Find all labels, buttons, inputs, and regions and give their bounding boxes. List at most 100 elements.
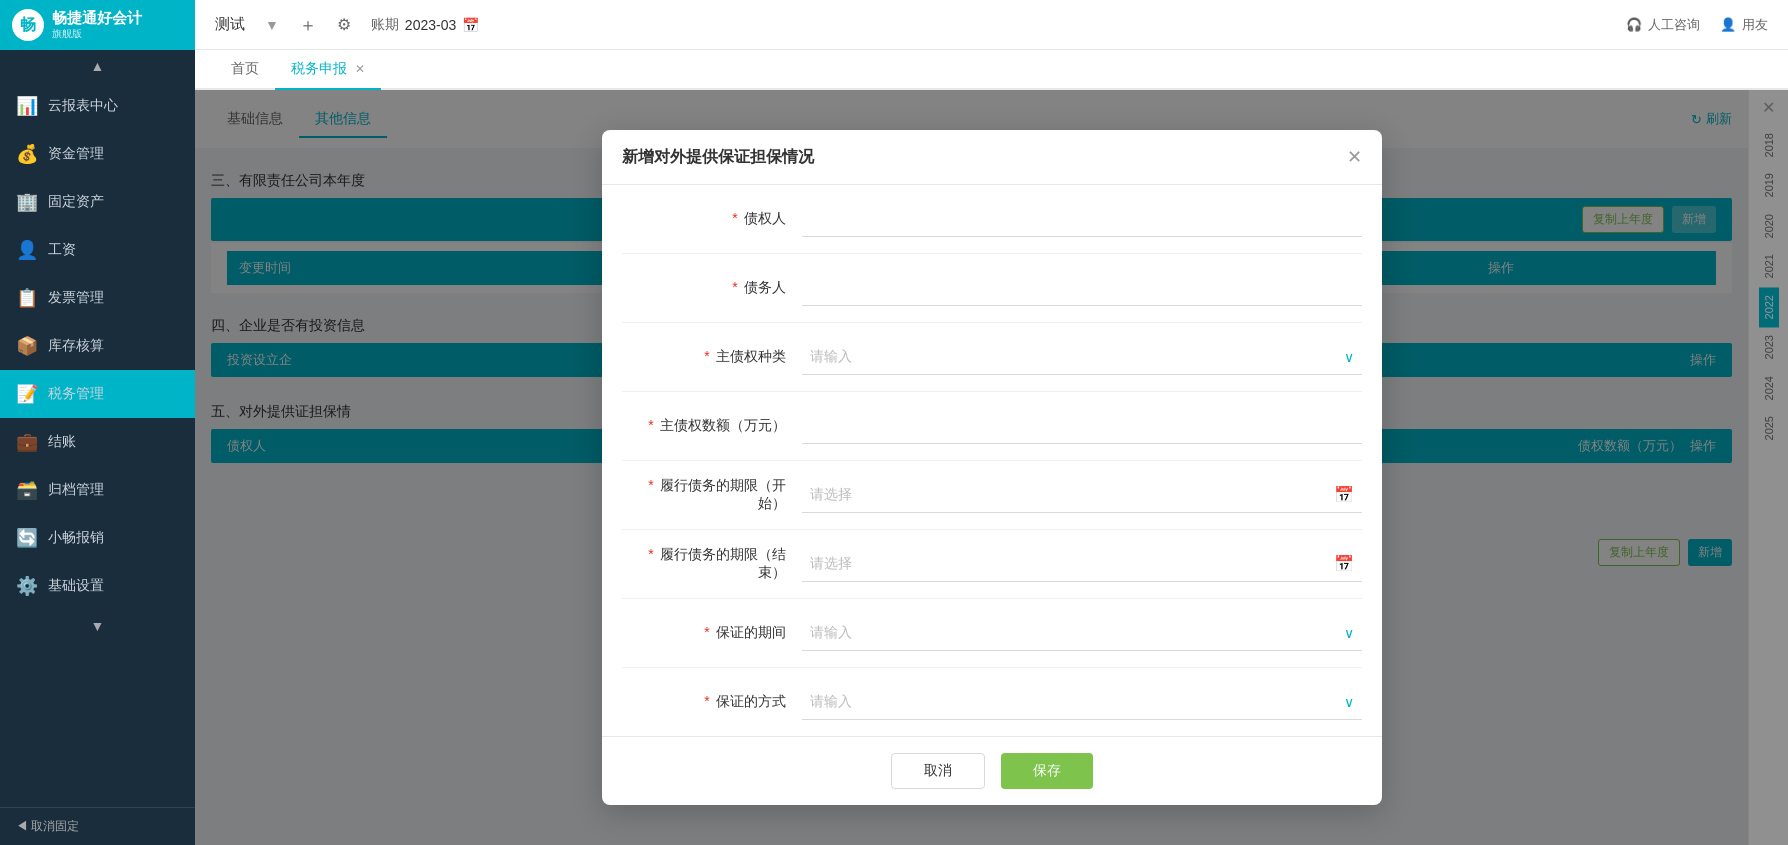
save-button[interactable]: 保存: [1001, 753, 1093, 789]
sidebar-item-fixed-asset[interactable]: 🏢 固定资产: [0, 178, 195, 226]
period-end-required-marker: *: [648, 546, 653, 562]
salary-icon: 👤: [16, 239, 38, 261]
debtor-required-marker: *: [732, 279, 737, 295]
sidebar-item-label: 库存核算: [48, 337, 104, 355]
creditor-label-text: 债权人: [744, 210, 786, 226]
sidebar-item-label: 小畅报销: [48, 529, 104, 547]
sidebar-item-tax[interactable]: 📝 税务管理: [0, 370, 195, 418]
guarantee-method-dropdown-icon: ∨: [1344, 694, 1354, 710]
period-calendar-icon[interactable]: 📅: [462, 17, 479, 33]
guarantee-method-placeholder: 请输入: [810, 693, 852, 711]
sidebar-item-cloud-report[interactable]: 📊 云报表中心: [0, 82, 195, 130]
form-row-guarantee-method: * 保证的方式 请输入 ∨: [622, 668, 1362, 736]
sidebar-item-label: 固定资产: [48, 193, 104, 211]
period-start-placeholder: 请选择: [810, 486, 852, 504]
settings-icon: ⚙️: [16, 575, 38, 597]
debtor-label: * 债务人: [622, 279, 802, 297]
period-start-required-marker: *: [648, 477, 653, 493]
claim-type-placeholder: 请输入: [810, 348, 852, 366]
settings-button[interactable]: ⚙: [337, 15, 351, 34]
modal-overlay: 新增对外提供保证担保情况 ✕ * 债权人: [195, 90, 1788, 845]
sidebar-item-archive[interactable]: 🗃️ 归档管理: [0, 466, 195, 514]
cancel-button[interactable]: 取消: [891, 753, 985, 789]
invoice-icon: 📋: [16, 287, 38, 309]
modal-footer: 取消 保存: [602, 736, 1382, 805]
claim-type-label-text: 主债权种类: [716, 348, 786, 364]
tab-home[interactable]: 首页: [215, 50, 275, 90]
sidebar-scroll-down[interactable]: ▼: [0, 610, 195, 642]
sidebar-item-invoice[interactable]: 📋 发票管理: [0, 274, 195, 322]
cancel-pin-label: ◀ 取消固定: [16, 818, 79, 835]
tab-home-label: 首页: [231, 60, 259, 78]
tab-tax-report[interactable]: 税务申报 ✕: [275, 50, 381, 90]
form-row-debtor: * 债务人: [622, 254, 1362, 323]
sidebar-item-label: 工资: [48, 241, 76, 259]
period-label: 账期: [371, 16, 399, 34]
company-dropdown-arrow[interactable]: ▼: [265, 17, 279, 33]
user-button[interactable]: 👤 用友: [1720, 16, 1768, 34]
tab-tax-report-label: 税务申报: [291, 60, 347, 78]
tab-close-icon[interactable]: ✕: [355, 62, 365, 76]
tax-icon: 📝: [16, 383, 38, 405]
period-value: 2023-03: [405, 17, 456, 33]
claim-type-select[interactable]: 请输入 ∨: [802, 339, 1362, 375]
modal-header: 新增对外提供保证担保情况 ✕: [602, 130, 1382, 185]
guarantee-period-dropdown-icon: ∨: [1344, 625, 1354, 641]
sidebar-item-label: 云报表中心: [48, 97, 118, 115]
sidebar-item-inventory[interactable]: 📦 库存核算: [0, 322, 195, 370]
form-row-period-start: * 履行债务的期限（开始） 请选择 📅: [622, 461, 1362, 530]
sidebar-item-label: 归档管理: [48, 481, 104, 499]
debtor-label-text: 债务人: [744, 279, 786, 295]
sidebar-item-label: 税务管理: [48, 385, 104, 403]
content-area: 基础信息 其他信息 ↻ 刷新 三、有限责任公司本年度 复制上年度: [195, 90, 1788, 845]
modal-close-button[interactable]: ✕: [1347, 146, 1362, 168]
modal-title: 新增对外提供保证担保情况: [622, 147, 814, 168]
sidebar-header: 畅 畅捷通好会计 旗舰版: [0, 0, 195, 50]
sidebar-item-salary[interactable]: 👤 工资: [0, 226, 195, 274]
guarantee-method-label-text: 保证的方式: [716, 693, 786, 709]
archive-icon: 🗃️: [16, 479, 38, 501]
period-start-select[interactable]: 请选择 📅: [802, 477, 1362, 513]
guarantee-period-select[interactable]: 请输入 ∨: [802, 615, 1362, 651]
app-badge: 旗舰版: [52, 27, 142, 41]
sidebar-item-settings[interactable]: ⚙️ 基础设置: [0, 562, 195, 610]
period-display: 账期 2023-03 📅: [371, 16, 479, 34]
creditor-label: * 债权人: [622, 210, 802, 228]
period-end-label: * 履行债务的期限（结束）: [622, 546, 802, 582]
form-row-creditor: * 债权人: [622, 185, 1362, 254]
sidebar-item-label: 结账: [48, 433, 76, 451]
sidebar-item-settlement[interactable]: 💼 结账: [0, 418, 195, 466]
period-end-select[interactable]: 请选择 📅: [802, 546, 1362, 582]
sidebar-item-capital[interactable]: 💰 资金管理: [0, 130, 195, 178]
xiaochang-icon: 🔄: [16, 527, 38, 549]
cloud-report-icon: 📊: [16, 95, 38, 117]
claim-amount-required-marker: *: [648, 417, 653, 433]
sidebar-item-label: 发票管理: [48, 289, 104, 307]
creditor-input[interactable]: [802, 201, 1362, 237]
guarantee-period-required-marker: *: [704, 624, 709, 640]
claim-amount-input[interactable]: [802, 408, 1362, 444]
add-button[interactable]: ＋: [299, 13, 317, 37]
claim-type-required-marker: *: [704, 348, 709, 364]
inventory-icon: 📦: [16, 335, 38, 357]
sidebar-scroll: ▲ 📊 云报表中心 💰 资金管理 🏢 固定资产 👤 工资 📋 发票管理: [0, 50, 195, 807]
guarantee-method-select[interactable]: 请输入 ∨: [802, 684, 1362, 720]
claim-type-dropdown-icon: ∨: [1344, 349, 1354, 365]
guarantee-period-placeholder: 请输入: [810, 624, 852, 642]
sidebar-cancel-pin[interactable]: ◀ 取消固定: [0, 807, 195, 845]
customer-service-button[interactable]: 🎧 人工咨询: [1626, 16, 1700, 34]
form-row-claim-type: * 主债权种类 请输入 ∨: [622, 323, 1362, 392]
period-end-calendar-icon[interactable]: 📅: [1334, 554, 1354, 573]
service-label: 人工咨询: [1648, 16, 1700, 34]
claim-amount-label: * 主债权数额（万元）: [622, 417, 802, 435]
period-start-calendar-icon[interactable]: 📅: [1334, 485, 1354, 504]
guarantee-period-label-text: 保证的期间: [716, 624, 786, 640]
debtor-input[interactable]: [802, 270, 1362, 306]
topbar-right: 🎧 人工咨询 👤 用友: [1626, 16, 1768, 34]
tab-bar: 首页 税务申报 ✕: [195, 50, 1788, 90]
sidebar-scroll-up[interactable]: ▲: [0, 50, 195, 82]
sidebar-item-xiaochang[interactable]: 🔄 小畅报销: [0, 514, 195, 562]
main-area: 测试 ▼ ＋ ⚙ 账期 2023-03 📅 🎧 人工咨询 👤 用友: [195, 0, 1788, 845]
company-name: 测试: [215, 15, 245, 34]
form-row-guarantee-period: * 保证的期间 请输入 ∨: [622, 599, 1362, 668]
